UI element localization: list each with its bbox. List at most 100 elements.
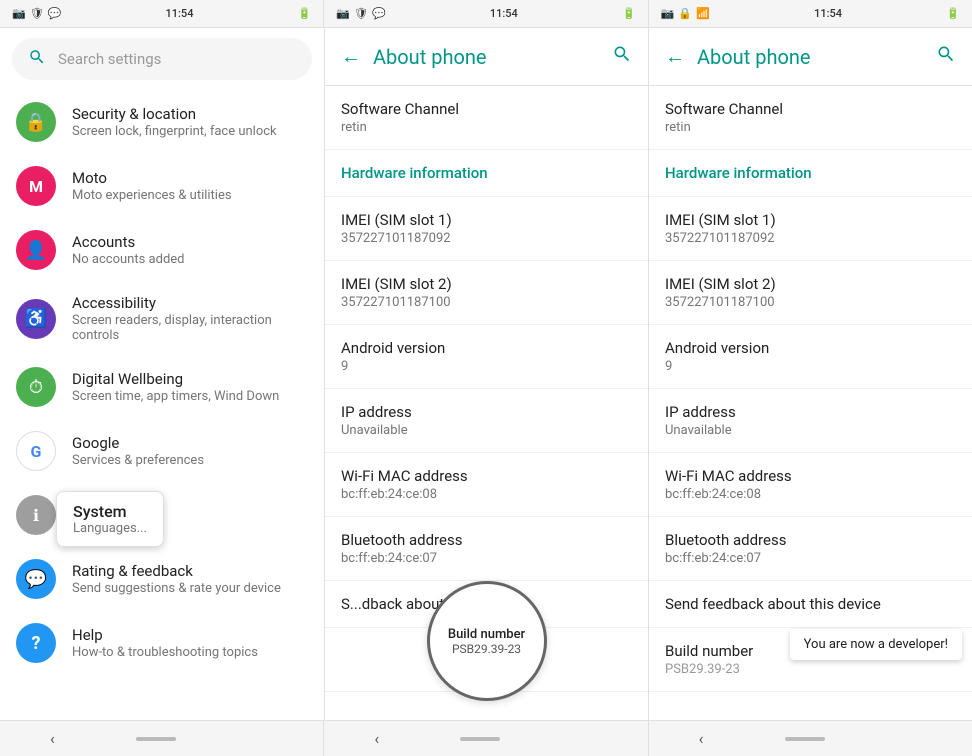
middle-bluetooth[interactable]: Bluetooth address bc:ff:eb:24:ce:07 <box>325 517 648 581</box>
middle-imei1-title: IMEI (SIM slot 1) <box>341 211 632 229</box>
right-imei2[interactable]: IMEI (SIM slot 2) 357227101187100 <box>649 261 972 325</box>
right-wifi-title: Wi-Fi MAC address <box>665 467 956 485</box>
right-wifi-mac[interactable]: Wi-Fi MAC address bc:ff:eb:24:ce:08 <box>649 453 972 517</box>
right-imei1[interactable]: IMEI (SIM slot 1) 357227101187092 <box>649 197 972 261</box>
settings-item-security[interactable]: 🔒 Security & location Screen lock, finge… <box>0 90 324 154</box>
middle-search-button[interactable] <box>612 44 632 69</box>
google-title: Google <box>72 434 308 452</box>
middle-back-button[interactable]: ← <box>341 44 361 69</box>
middle-android-title: Android version <box>341 339 632 357</box>
right-software-channel[interactable]: Software Channel retin <box>649 86 972 150</box>
middle-wifi-title: Wi-Fi MAC address <box>341 467 632 485</box>
accessibility-text: Accessibility Screen readers, display, i… <box>72 294 308 343</box>
middle-ip-value: Unavailable <box>341 423 632 438</box>
signal-icon-right: 📶 <box>696 7 710 20</box>
settings-item-system[interactable]: ℹ System Languages... <box>0 483 324 547</box>
right-hardware-title: Hardware information <box>665 164 956 182</box>
middle-imei1[interactable]: IMEI (SIM slot 1) 357227101187092 <box>325 197 648 261</box>
middle-software-channel-title: Software Channel <box>341 100 632 118</box>
time-left: 11:54 <box>166 7 194 20</box>
search-icon <box>28 48 46 70</box>
right-hardware-info[interactable]: Hardware information <box>649 150 972 197</box>
right-search-button[interactable] <box>936 44 956 69</box>
right-bluetooth-value: bc:ff:eb:24:ce:07 <box>665 551 956 566</box>
middle-software-channel[interactable]: Software Channel retin <box>325 86 648 150</box>
middle-imei2-title: IMEI (SIM slot 2) <box>341 275 632 293</box>
right-back-button[interactable]: ← <box>665 44 685 69</box>
settings-item-accounts[interactable]: 👤 Accounts No accounts added <box>0 218 324 282</box>
lock-icon-right: 🔒 <box>678 7 692 20</box>
middle-panel-content: Software Channel retin Hardware informat… <box>325 86 648 720</box>
help-icon: ? <box>16 623 56 663</box>
right-build-value: PSB29.39-23 <box>665 662 956 677</box>
status-icons-left: 📷 🛡 💬 <box>12 7 61 20</box>
system-tooltip-sub: Languages... <box>73 521 147 536</box>
moto-icon: M <box>16 166 56 206</box>
middle-hardware-info[interactable]: Hardware information <box>325 150 648 197</box>
accounts-text: Accounts No accounts added <box>72 233 308 267</box>
settings-list: 🔒 Security & location Screen lock, finge… <box>0 90 324 720</box>
settings-item-rating[interactable]: 💬 Rating & feedback Send suggestions & r… <box>0 547 324 611</box>
help-title: Help <box>72 626 308 644</box>
security-text: Security & location Screen lock, fingerp… <box>72 105 308 139</box>
help-text: Help How-to & troubleshooting topics <box>72 626 308 660</box>
right-ip-title: IP address <box>665 403 956 421</box>
right-bluetooth[interactable]: Bluetooth address bc:ff:eb:24:ce:07 <box>649 517 972 581</box>
message-icon-mid: 💬 <box>372 7 386 20</box>
moto-title: Moto <box>72 169 308 187</box>
back-nav-mid[interactable]: ‹ <box>374 729 379 748</box>
shield-icon-mid: 🛡 <box>354 7 368 20</box>
settings-item-digitalwellbeing[interactable]: ⏱ Digital Wellbeing Screen time, app tim… <box>0 355 324 419</box>
settings-item-help[interactable]: ? Help How-to & troubleshooting topics <box>0 611 324 675</box>
status-icons-right: 📷 🔒 📶 <box>661 7 710 20</box>
time-mid: 11:54 <box>490 7 518 20</box>
battery-icon-mid: 🔋 <box>622 7 636 20</box>
right-imei2-title: IMEI (SIM slot 2) <box>665 275 956 293</box>
middle-android-version[interactable]: Android version 9 <box>325 325 648 389</box>
middle-imei2[interactable]: IMEI (SIM slot 2) 357227101187100 <box>325 261 648 325</box>
middle-wifi-value: bc:ff:eb:24:ce:08 <box>341 487 632 502</box>
google-subtitle: Services & preferences <box>72 453 308 468</box>
shield-icon: 🛡 <box>30 7 44 20</box>
accessibility-subtitle: Screen readers, display, interaction con… <box>72 313 308 343</box>
camera-icon-mid: 📷 <box>336 7 350 20</box>
nav-indicator-mid <box>460 737 500 741</box>
digitalwellbeing-title: Digital Wellbeing <box>72 370 308 388</box>
moto-text: Moto Moto experiences & utilities <box>72 169 308 203</box>
middle-android-value: 9 <box>341 359 632 374</box>
back-nav-left[interactable]: ‹ <box>50 729 55 748</box>
status-section-right: 📷 🔒 📶 11:54 🔋 <box>649 0 972 27</box>
right-panel-title: About phone <box>697 45 924 69</box>
build-number-circle: Build number PSB29.39-23 <box>427 581 547 701</box>
right-android-version[interactable]: Android version 9 <box>649 325 972 389</box>
middle-ip-address[interactable]: IP address Unavailable <box>325 389 648 453</box>
camera-icon-right: 📷 <box>661 7 675 20</box>
time-right: 11:54 <box>814 7 842 20</box>
right-ip-address[interactable]: IP address Unavailable <box>649 389 972 453</box>
settings-panel: Search settings 🔒 Security & location Sc… <box>0 28 325 720</box>
status-bar: 📷 🛡 💬 11:54 🔋 📷 🛡 💬 11:54 🔋 📷 🔒 📶 11:54 … <box>0 0 972 28</box>
bottom-left: ‹ <box>0 721 324 756</box>
right-send-feedback[interactable]: Send feedback about this device <box>649 581 972 628</box>
middle-build-number[interactable]: Build number PSB29.39-23 Build number PS… <box>325 628 648 692</box>
main-content: Search settings 🔒 Security & location Sc… <box>0 28 972 720</box>
right-bluetooth-title: Bluetooth address <box>665 531 956 549</box>
google-icon: G <box>16 431 56 471</box>
right-android-value: 9 <box>665 359 956 374</box>
settings-item-moto[interactable]: M Moto Moto experiences & utilities <box>0 154 324 218</box>
settings-item-google[interactable]: G Google Services & preferences <box>0 419 324 483</box>
middle-wifi-mac[interactable]: Wi-Fi MAC address bc:ff:eb:24:ce:08 <box>325 453 648 517</box>
accounts-title: Accounts <box>72 233 308 251</box>
rating-subtitle: Send suggestions & rate your device <box>72 581 308 596</box>
search-bar[interactable]: Search settings <box>12 38 312 80</box>
nav-indicator-right <box>785 737 825 741</box>
search-placeholder: Search settings <box>58 50 161 68</box>
middle-hardware-title: Hardware information <box>341 164 632 182</box>
back-nav-right[interactable]: ‹ <box>699 729 704 748</box>
middle-about-panel: ← About phone Software Channel retin Har… <box>325 28 649 720</box>
status-section-left: 📷 🛡 💬 11:54 🔋 <box>0 0 324 27</box>
camera-icon: 📷 <box>12 7 26 20</box>
right-imei1-value: 357227101187092 <box>665 231 956 246</box>
settings-item-accessibility[interactable]: ♿ Accessibility Screen readers, display,… <box>0 282 324 355</box>
security-title: Security & location <box>72 105 308 123</box>
